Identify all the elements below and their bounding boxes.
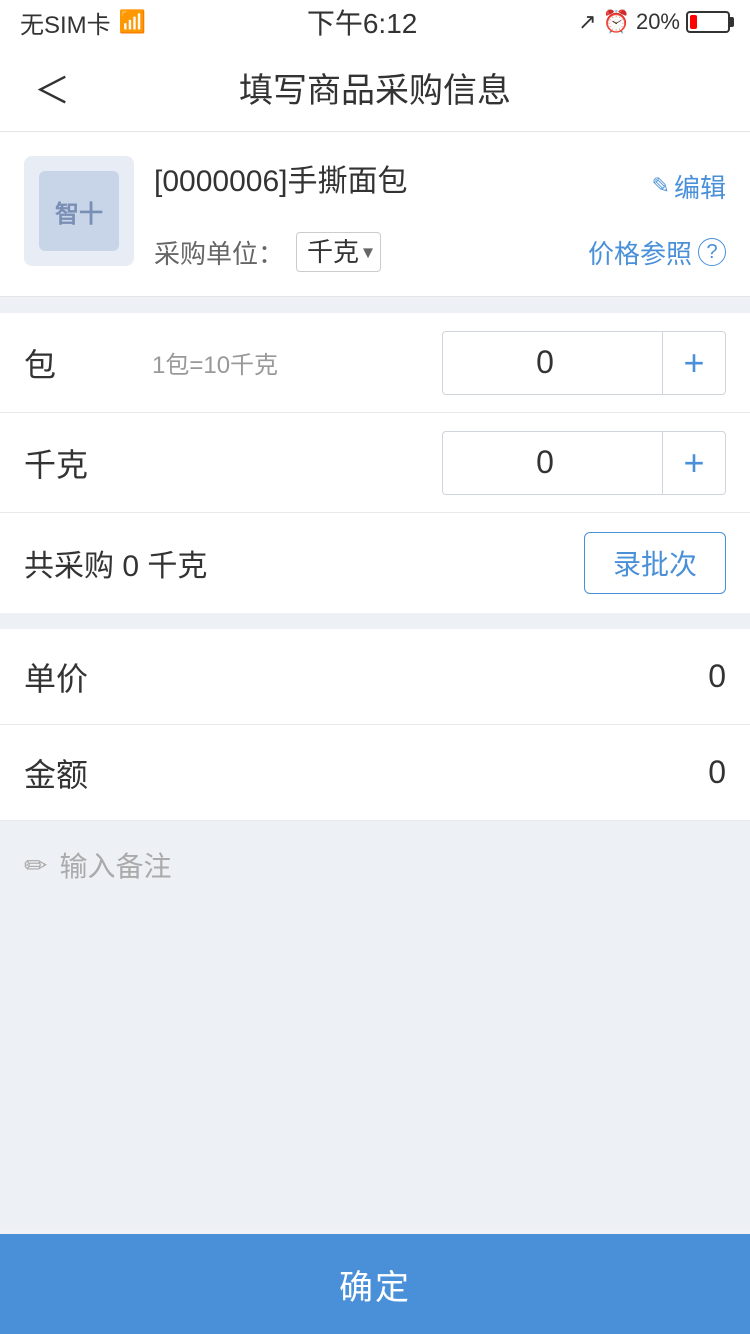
status-time: 下午6:12 bbox=[307, 2, 418, 42]
package-sublabel: 1包=10千克 bbox=[152, 345, 278, 380]
kg-plus-button[interactable]: + bbox=[662, 431, 726, 495]
product-card: 智十 [0000006]手撕面包 ✎ 编辑 采购单位： 千克 价格参照 ? bbox=[0, 132, 750, 297]
unit-label: 采购单位： bbox=[154, 234, 284, 271]
kg-row: 千克 + bbox=[0, 413, 750, 513]
package-plus-button[interactable]: + bbox=[662, 331, 726, 395]
product-image-inner: 智十 bbox=[39, 171, 119, 251]
package-row: 包 1包=10千克 + bbox=[0, 313, 750, 413]
amount-label: 金额 bbox=[24, 750, 88, 796]
total-text: 共采购 0 千克 bbox=[24, 541, 207, 585]
unit-price-label: 单价 bbox=[24, 654, 88, 700]
nav-bar: ＜ 填写商品采购信息 bbox=[0, 44, 750, 132]
product-unit-row: 采购单位： 千克 价格参照 ? bbox=[154, 232, 726, 272]
battery-fill bbox=[690, 15, 697, 29]
page-title: 填写商品采购信息 bbox=[239, 63, 511, 112]
status-right: ↗ ⏰ 20% bbox=[578, 9, 730, 35]
notes-icon: ✏ bbox=[24, 849, 47, 882]
input-section: 包 1包=10千克 + 千克 + bbox=[0, 313, 750, 513]
price-ref-label: 价格参照 bbox=[588, 234, 692, 271]
package-input-wrapper: + bbox=[278, 331, 726, 395]
help-icon: ? bbox=[698, 238, 726, 266]
price-ref-button[interactable]: 价格参照 ? bbox=[588, 234, 726, 271]
separator-1 bbox=[0, 297, 750, 313]
product-image: 智十 bbox=[24, 156, 134, 266]
kg-input[interactable] bbox=[442, 431, 662, 495]
wifi-icon: 📶 bbox=[119, 9, 146, 35]
location-icon: ↗ bbox=[578, 9, 596, 35]
unit-price-value: 0 bbox=[708, 658, 726, 695]
unit-select-wrapper[interactable]: 千克 bbox=[296, 232, 381, 272]
content-area bbox=[0, 909, 750, 1229]
edit-icon: ✎ bbox=[652, 173, 670, 199]
notes-section[interactable]: ✏ 输入备注 bbox=[0, 821, 750, 909]
alarm-icon: ⏰ bbox=[603, 9, 630, 35]
carrier-text: 无SIM卡 bbox=[20, 5, 111, 40]
confirm-button[interactable]: 确定 bbox=[0, 1234, 750, 1334]
price-section: 单价 0 金额 0 bbox=[0, 629, 750, 821]
status-left: 无SIM卡 📶 bbox=[20, 5, 146, 40]
separator-2 bbox=[0, 613, 750, 629]
unit-price-row: 单价 0 bbox=[0, 629, 750, 725]
battery-text: 20% bbox=[636, 9, 680, 35]
battery-icon bbox=[686, 11, 730, 33]
status-bar: 无SIM卡 📶 下午6:12 ↗ ⏰ 20% bbox=[0, 0, 750, 44]
product-name: [0000006]手撕面包 bbox=[154, 156, 407, 200]
kg-label: 千克 bbox=[24, 440, 144, 486]
package-input[interactable] bbox=[442, 331, 662, 395]
edit-label: 编辑 bbox=[674, 168, 726, 205]
batch-button[interactable]: 录批次 bbox=[584, 532, 726, 594]
package-label: 包 bbox=[24, 340, 144, 386]
amount-value: 0 bbox=[708, 754, 726, 791]
notes-placeholder: 输入备注 bbox=[59, 845, 171, 885]
amount-row: 金额 0 bbox=[0, 725, 750, 821]
product-info: [0000006]手撕面包 ✎ 编辑 采购单位： 千克 价格参照 ? bbox=[154, 156, 726, 272]
kg-input-wrapper: + bbox=[144, 431, 726, 495]
edit-button[interactable]: ✎ 编辑 bbox=[652, 168, 726, 205]
total-row: 共采购 0 千克 录批次 bbox=[0, 513, 750, 613]
back-button[interactable]: ＜ bbox=[24, 52, 80, 124]
unit-select[interactable]: 千克 bbox=[296, 232, 381, 272]
